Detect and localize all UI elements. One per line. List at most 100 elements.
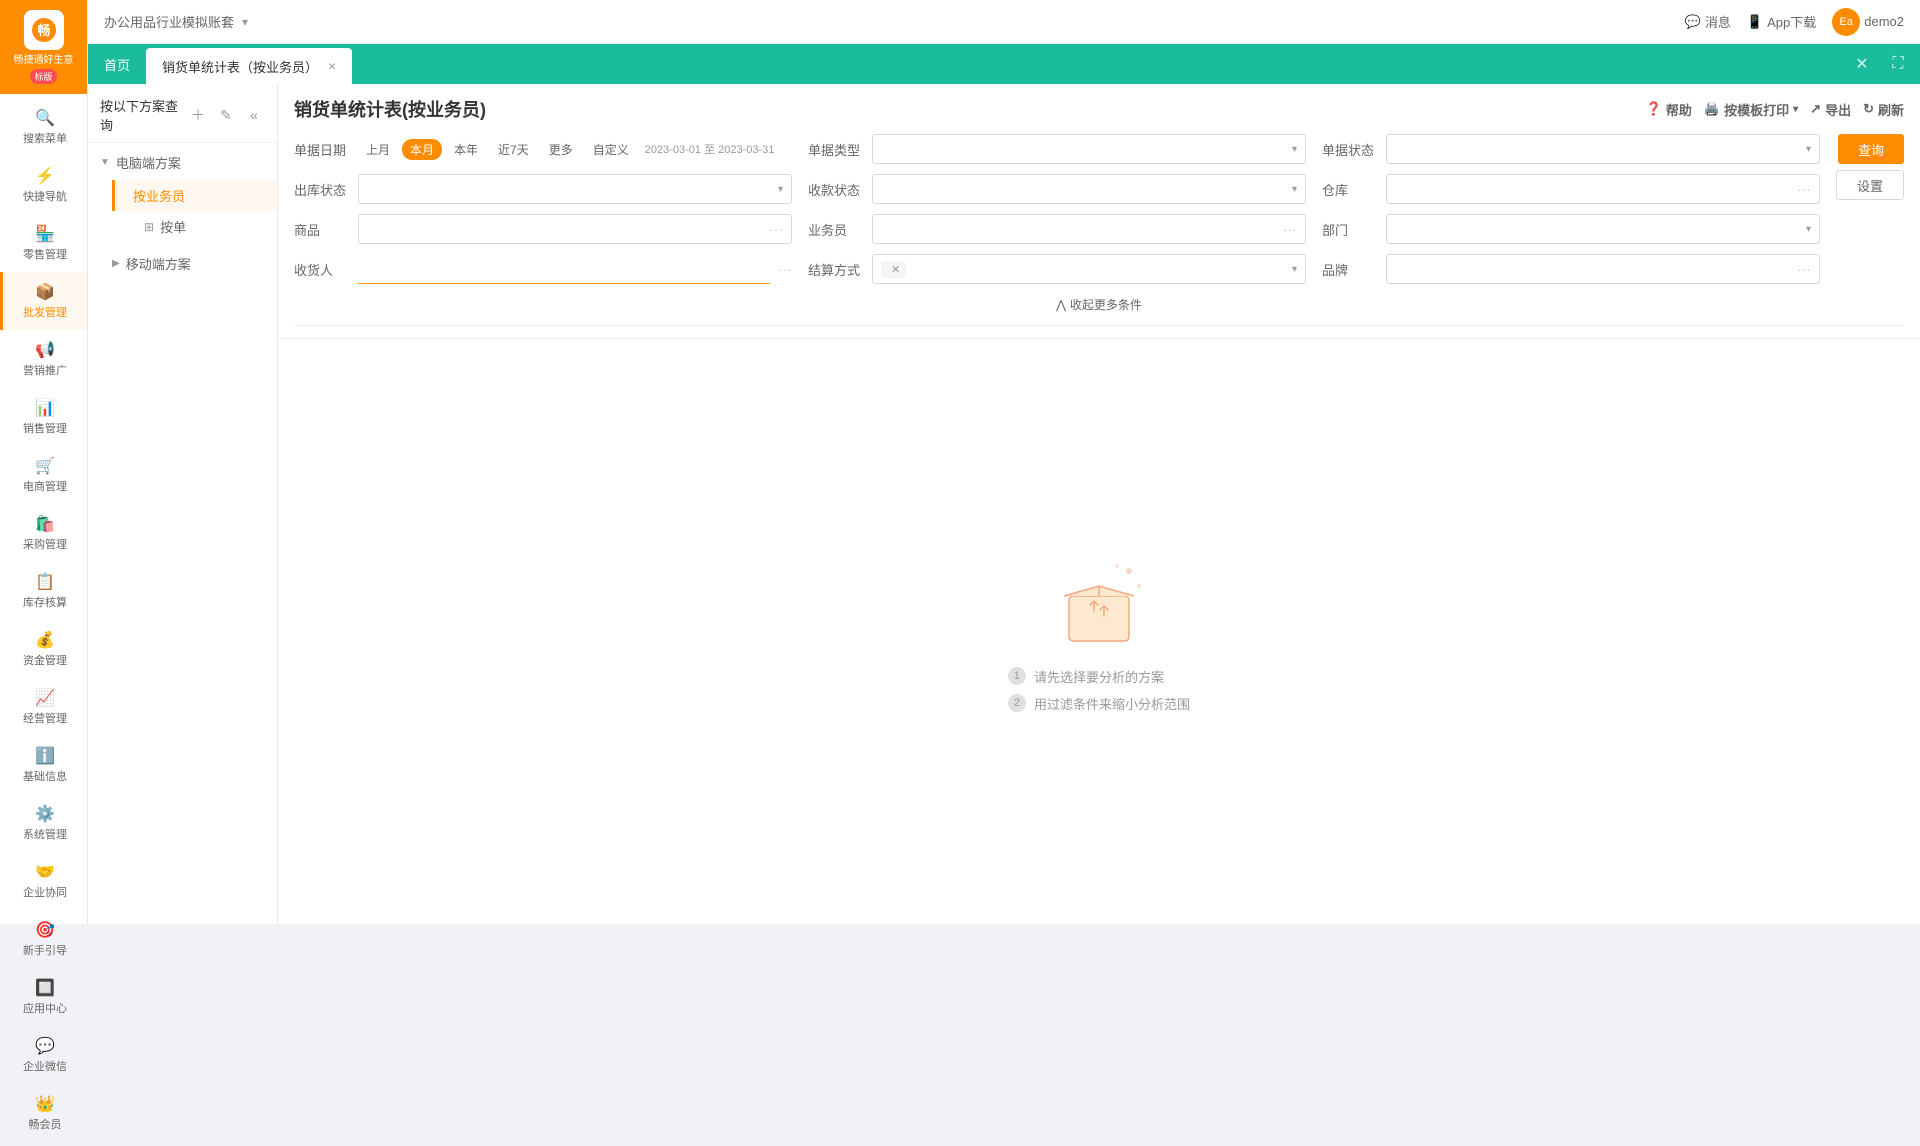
topbar-dropdown-icon[interactable]: ▾ <box>242 15 248 29</box>
print-dropdown-icon[interactable]: ▾ <box>1793 104 1798 115</box>
sidebar-item-appstore[interactable]: 🔲 应用中心 <box>0 968 87 1026</box>
salesman-label: 业务员 <box>808 220 864 239</box>
collect-status-select[interactable]: ▾ <box>872 174 1306 204</box>
empty-state: 1 请先选择要分析的方案 2 用过滤条件来缩小分析范围 <box>278 339 1920 924</box>
edit-scheme-button[interactable]: ✎ <box>215 104 237 126</box>
collapse-up-icon: ⋀ <box>1056 298 1066 312</box>
sidebar-item-sales[interactable]: 📊 销售管理 <box>0 388 87 446</box>
sidebar-item-ecom[interactable]: 🛒 电商管理 <box>0 446 87 504</box>
date-tag-thisyear[interactable]: 本年 <box>446 139 486 160</box>
sidebar-item-collab[interactable]: 🤝 企业协同 <box>0 852 87 910</box>
brand-label: 品牌 <box>1322 260 1378 279</box>
sidebar-item-label: 经营管理 <box>23 710 67 726</box>
sidebar-item-marketing[interactable]: 📢 营销推广 <box>0 330 87 388</box>
sidebar-item-label: 批发管理 <box>23 304 67 320</box>
user-avatar-area[interactable]: Ea demo2 <box>1832 8 1904 36</box>
query-button[interactable]: 查询 <box>1838 134 1904 164</box>
sidebar-nav: 🔍 搜索菜单 ⚡ 快捷导航 🏪 零售管理 📦 批发管理 📢 营销推广 📊 销售管… <box>0 94 87 1146</box>
wholesale-icon: 📦 <box>35 282 55 302</box>
guide-icon: 🎯 <box>35 920 55 940</box>
tip-num-1: 1 <box>1008 667 1026 685</box>
set-button[interactable]: 设置 <box>1836 170 1904 200</box>
sidebar-item-search[interactable]: 🔍 搜索菜单 <box>0 98 87 156</box>
doc-type-select[interactable]: ▾ <box>872 134 1306 164</box>
export-button[interactable]: ↗ 导出 <box>1810 100 1851 119</box>
doc-status-select[interactable]: ▾ <box>1386 134 1820 164</box>
refresh-button[interactable]: ↻ 刷新 <box>1863 100 1904 119</box>
collapse-button[interactable]: ⋀ 收起更多条件 <box>1044 292 1154 317</box>
sidebar-item-guide[interactable]: 🎯 新手引导 <box>0 910 87 968</box>
help-icon: ❓ <box>1646 101 1662 117</box>
tree-order-item[interactable]: ⊞ 按单 <box>112 213 277 240</box>
msg-button[interactable]: 💬 消息 <box>1685 12 1731 31</box>
avatar: Ea <box>1832 8 1860 36</box>
sidebar-item-label: 营销推广 <box>23 362 67 378</box>
sidebar-item-inventory[interactable]: 📋 库存核算 <box>0 562 87 620</box>
sidebar-item-base[interactable]: ℹ️ 基础信息 <box>0 736 87 794</box>
tree-salesman-label: 按业务员 <box>133 186 185 205</box>
tab-home[interactable]: 首页 <box>88 44 146 84</box>
brand-dots-icon: ··· <box>1797 261 1811 277</box>
app-icon: 📱 <box>1747 14 1763 30</box>
tab-sales-stat[interactable]: 销货单统计表（按业务员） × <box>146 48 352 84</box>
sidebar-item-wholesale[interactable]: 📦 批发管理 <box>0 272 87 330</box>
salesman-input[interactable]: ··· <box>872 214 1306 244</box>
logo-icon: 畅 <box>24 10 64 50</box>
sidebar-item-system[interactable]: ⚙️ 系统管理 <box>0 794 87 852</box>
sidebar-item-quicknav[interactable]: ⚡ 快捷导航 <box>0 156 87 214</box>
collect-status-arrow-icon: ▾ <box>1292 184 1297 195</box>
print-button[interactable]: 🖨️ 按模板打印 ▾ <box>1704 100 1798 119</box>
filter-main-row: 单据日期 上月 本月 本年 近7天 更多 自定义 <box>294 134 1904 284</box>
filter-row4: 收货人 ··· 结算方式 ✕ <box>294 254 1820 284</box>
out-status-select[interactable]: ▾ <box>358 174 792 204</box>
sidebar-item-biz[interactable]: 📈 经营管理 <box>0 678 87 736</box>
brand-input[interactable]: ··· <box>1386 254 1820 284</box>
goods-input[interactable]: ··· <box>358 214 792 244</box>
app-badge: 标版 <box>30 69 56 84</box>
sidebar-item-label: 基础信息 <box>23 768 67 784</box>
dept-select[interactable]: ▾ <box>1386 214 1820 244</box>
left-panel: 按以下方案查询 ＋ ✎ « ▼ 电脑端方案 按业务员 <box>88 84 278 924</box>
retail-icon: 🏪 <box>35 224 55 244</box>
settle-filter-row: 结算方式 ✕ ▾ <box>808 254 1306 284</box>
msg-label: 消息 <box>1705 12 1731 31</box>
sidebar-item-finance[interactable]: 💰 资金管理 <box>0 620 87 678</box>
tip-num-2: 2 <box>1008 694 1026 712</box>
tree-salesman-item[interactable]: 按业务员 <box>112 180 277 211</box>
date-tag-lastmonth[interactable]: 上月 <box>358 139 398 160</box>
collapse-panel-button[interactable]: « <box>243 104 265 126</box>
date-tag-custom[interactable]: 自定义 <box>585 139 637 160</box>
consignee-dots-icon: ··· <box>778 261 792 277</box>
sidebar-item-member[interactable]: 👑 畅会员 <box>0 1084 87 1142</box>
tip-text-2: 用过滤条件来缩小分析范围 <box>1034 694 1190 713</box>
consignee-input[interactable] <box>358 254 770 284</box>
tree-desktop-item[interactable]: ▼ 电脑端方案 <box>88 147 277 178</box>
sidebar-item-wechat[interactable]: 💬 企业微信 <box>0 1026 87 1084</box>
tree-mobile-item[interactable]: ▶ 移动端方案 <box>100 248 265 279</box>
doc-status-arrow-icon: ▾ <box>1806 144 1811 155</box>
warehouse-input[interactable]: ··· <box>1386 174 1820 204</box>
tab-close-all-button[interactable]: ✕ <box>1848 50 1876 78</box>
topbar: 办公用品行业模拟账套 ▾ 💬 消息 📱 App下载 Ea demo2 <box>88 0 1920 44</box>
app-name: 畅捷通好生意 <box>14 54 74 67</box>
help-link[interactable]: ❓ 帮助 <box>1646 100 1692 119</box>
app-download-button[interactable]: 📱 App下载 <box>1747 12 1816 31</box>
finance-icon: 💰 <box>35 630 55 650</box>
tree-order-label: 按单 <box>160 217 186 236</box>
print-label: 按模板打印 <box>1724 100 1789 119</box>
tab-expand-button[interactable]: ⛶ <box>1884 50 1912 78</box>
sidebar-item-purchase[interactable]: 🛍️ 采购管理 <box>0 504 87 562</box>
tree-desktop-label: 电脑端方案 <box>116 153 181 172</box>
sidebar-item-label: 企业微信 <box>23 1058 67 1074</box>
tab-close-icon[interactable]: × <box>328 58 336 74</box>
sidebar-item-retail[interactable]: 🏪 零售管理 <box>0 214 87 272</box>
sidebar: 畅 畅捷通好生意 标版 🔍 搜索菜单 ⚡ 快捷导航 🏪 零售管理 📦 批发管理 … <box>0 0 88 924</box>
date-tag-7days[interactable]: 近7天 <box>490 139 537 160</box>
sidebar-item-label: 畅会员 <box>29 1116 62 1132</box>
settle-select[interactable]: ✕ ▾ <box>872 254 1306 284</box>
add-scheme-button[interactable]: ＋ <box>187 104 209 126</box>
left-panel-actions: ＋ ✎ « <box>187 104 265 126</box>
date-tag-thismonth[interactable]: 本月 <box>402 139 442 160</box>
date-tag-more[interactable]: 更多 <box>541 139 581 160</box>
settle-clear-icon[interactable]: ✕ <box>891 263 900 276</box>
